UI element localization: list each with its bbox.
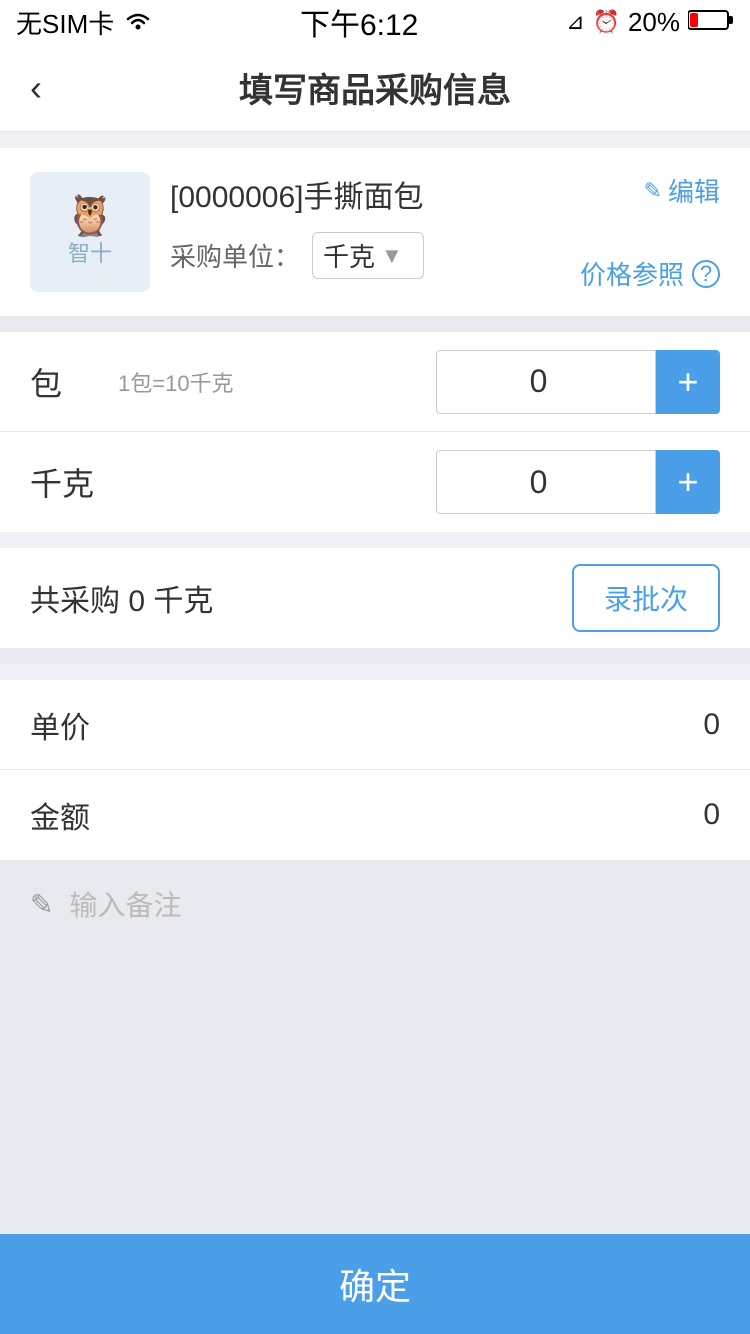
pencil-icon: ✎ bbox=[30, 888, 53, 921]
unit-price-value: 0 bbox=[703, 708, 720, 742]
bag-input-control: + bbox=[436, 350, 720, 414]
price-section: 单价 0 金额 0 bbox=[0, 680, 750, 860]
notes-section[interactable]: ✎ 输入备注 bbox=[0, 860, 750, 948]
dropdown-icon: ▼ bbox=[381, 243, 403, 269]
amount-row: 金额 0 bbox=[0, 770, 750, 860]
bag-plus-button[interactable]: + bbox=[656, 350, 720, 414]
amount-value: 0 bbox=[703, 798, 720, 832]
input-section: 包 1包=10千克 + 千克 + bbox=[0, 332, 750, 532]
unit-select[interactable]: 千克 ▼ bbox=[312, 232, 424, 279]
status-right: ⊿ ⏰ 20% bbox=[566, 7, 734, 38]
confirm-button[interactable]: 确定 bbox=[0, 1234, 750, 1334]
edit-icon: ✎ bbox=[644, 178, 662, 204]
notes-placeholder: 输入备注 bbox=[69, 884, 181, 924]
product-image: 🦉 智十 bbox=[30, 172, 150, 292]
alarm-icon: ⏰ bbox=[593, 9, 620, 35]
status-left: 无SIM卡 bbox=[16, 4, 152, 41]
price-ref-label: 价格参照 bbox=[580, 255, 684, 292]
back-button[interactable]: ‹ bbox=[20, 57, 52, 119]
nav-bar: ‹ 填写商品采购信息 bbox=[0, 44, 750, 132]
kg-input-control: + bbox=[436, 450, 720, 514]
divider-2 bbox=[0, 648, 750, 664]
product-name: [0000006]手撕面包 bbox=[170, 172, 720, 216]
edit-label: 编辑 bbox=[668, 172, 720, 209]
product-card: 🦉 智十 [0000006]手撕面包 采购单位： 千克 ▼ ✎ 编辑 价格参照 … bbox=[0, 148, 750, 316]
edit-button[interactable]: ✎ 编辑 bbox=[644, 172, 720, 209]
battery-percent: 20% bbox=[628, 7, 680, 38]
help-icon: ? bbox=[692, 260, 720, 288]
page-title: 填写商品采购信息 bbox=[239, 63, 511, 112]
bag-input-row: 包 1包=10千克 + bbox=[0, 332, 750, 432]
total-section: 共采购 0 千克 录批次 bbox=[0, 548, 750, 648]
unit-value: 千克 bbox=[323, 237, 375, 274]
status-time: 下午6:12 bbox=[300, 0, 418, 44]
bag-label: 包 bbox=[30, 359, 110, 405]
carrier-text: 无SIM卡 bbox=[16, 4, 114, 41]
location-icon: ⊿ bbox=[566, 9, 584, 35]
batch-button[interactable]: 录批次 bbox=[572, 564, 720, 632]
amount-label: 金额 bbox=[30, 793, 90, 837]
price-reference-button[interactable]: 价格参照 ? bbox=[580, 255, 720, 292]
status-bar: 无SIM卡 下午6:12 ⊿ ⏰ 20% bbox=[0, 0, 750, 44]
product-logo-icon: 🦉 bbox=[65, 196, 115, 236]
divider-1 bbox=[0, 316, 750, 332]
battery-icon bbox=[688, 7, 734, 38]
kg-label: 千克 bbox=[30, 459, 110, 505]
wifi-signal-icon bbox=[124, 7, 152, 38]
unit-label: 采购单位： bbox=[170, 237, 300, 274]
total-label: 共采购 0 千克 bbox=[30, 576, 213, 620]
unit-price-label: 单价 bbox=[30, 703, 90, 747]
unit-price-row: 单价 0 bbox=[0, 680, 750, 770]
kg-quantity-input[interactable] bbox=[436, 450, 656, 514]
bag-quantity-input[interactable] bbox=[436, 350, 656, 414]
empty-content-area bbox=[0, 948, 750, 1268]
kg-plus-button[interactable]: + bbox=[656, 450, 720, 514]
product-brand-label: 智十 bbox=[68, 236, 112, 268]
bag-sub-label: 1包=10千克 bbox=[118, 366, 436, 398]
kg-input-row: 千克 + bbox=[0, 432, 750, 532]
